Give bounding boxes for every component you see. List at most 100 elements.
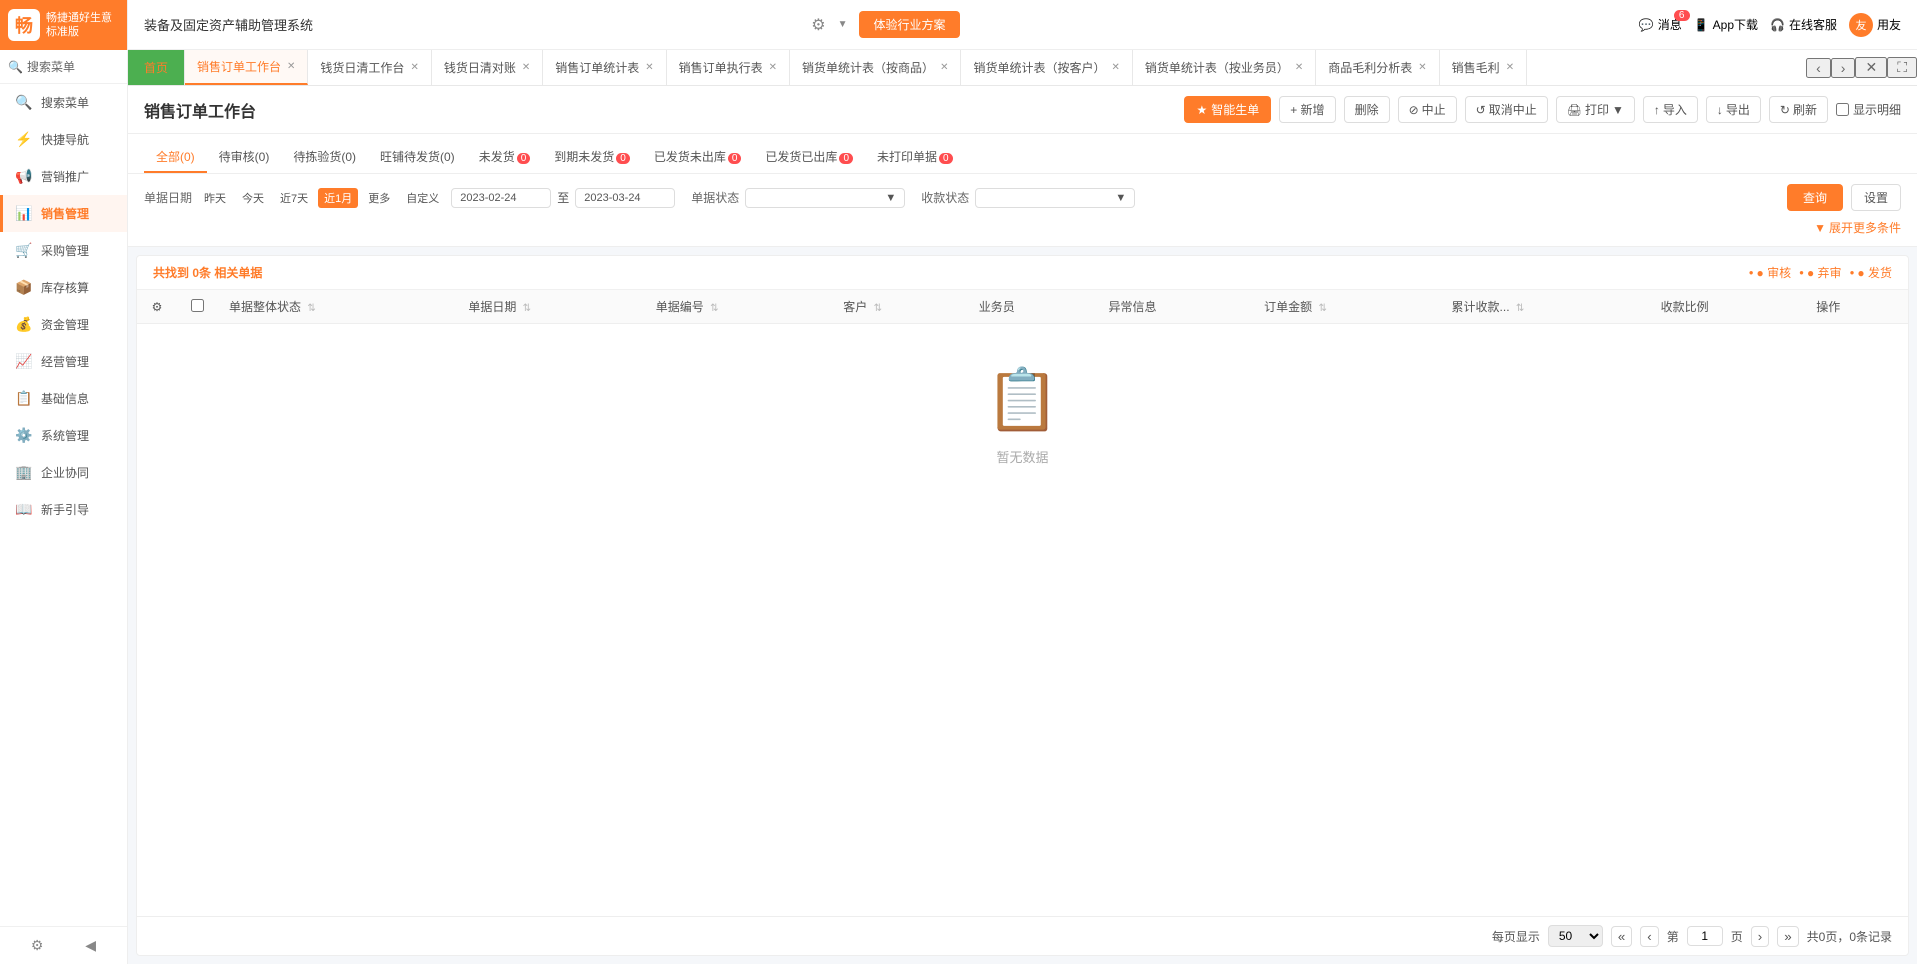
suspend-btn[interactable]: ⊘ 中止 [1398,96,1457,123]
tab-close-cash-reconcile[interactable]: ✕ [522,62,530,73]
date-btn-custom[interactable]: 自定义 [400,188,445,208]
date-btn-more[interactable]: 更多 [362,188,396,208]
amount-sort-icon[interactable]: ⇅ [1318,303,1326,314]
filter-tab-overdue-deliver[interactable]: 到期未发货0 [542,142,642,173]
sidebar-search[interactable]: 🔍 搜索菜单 [0,50,127,84]
tab-sales-stat-product[interactable]: 销货单统计表（按商品）✕ [790,50,961,85]
date-from-input[interactable] [451,188,551,208]
export-btn[interactable]: ↓ 导出 [1706,96,1761,123]
filter-tab-not-delivered[interactable]: 未发货0 [467,142,543,173]
show-detail-checkbox[interactable] [1836,103,1849,116]
review-btn[interactable]: ● 审核 [1749,264,1791,281]
tab-nav-buttons: ‹ › ✕ ⛶ [1806,50,1917,85]
deliver-btn[interactable]: ● 发货 [1850,264,1892,281]
filter-tab-pending-check[interactable]: 待拣验货(0) [281,142,368,173]
smart-generate-btn[interactable]: ★ 智能生单 [1184,96,1271,123]
topbar-message[interactable]: 💬 消息 6 [1639,16,1682,33]
date-to-input[interactable] [575,188,675,208]
number-sort-icon[interactable]: ⇅ [710,303,718,314]
tab-fullscreen-btn[interactable]: ⛶ [1887,57,1917,78]
date-btn-yesterday[interactable]: 昨天 [198,188,232,208]
tab-sales-stat-staff[interactable]: 销货单统计表（按业务员）✕ [1133,50,1316,85]
tab-close-sales-workbench[interactable]: ✕ [287,61,295,72]
per-page-select[interactable]: 10 20 50 100 [1548,925,1603,947]
date-btn-1month[interactable]: 近1月 [318,188,358,208]
tab-close-sales-exec-table[interactable]: ✕ [769,62,777,73]
add-btn[interactable]: + 新增 [1279,96,1335,123]
topbar-user[interactable]: 友 用友 [1849,13,1901,37]
tab-close-profit-analysis[interactable]: ✕ [1418,62,1426,73]
settings-btn[interactable]: 设置 [1851,184,1901,211]
sidebar-item-system[interactable]: ⚙️系统管理 [0,417,127,454]
prev-page-btn[interactable]: ‹ [1640,926,1658,947]
column-settings-icon[interactable]: ⚙ [152,300,163,314]
delete-btn[interactable]: 删除 [1344,96,1390,123]
tab-close-all-btn[interactable]: ✕ [1855,57,1887,78]
import-btn[interactable]: ↑ 导入 [1643,96,1698,123]
topbar-app-download[interactable]: 📱 App下载 [1694,16,1758,33]
tab-sales-stat-customer[interactable]: 销货单统计表（按客户）✕ [961,50,1132,85]
sidebar-settings-icon[interactable]: ⚙ [27,937,48,954]
filter-tab-pending-review[interactable]: 待审核(0) [207,142,282,173]
tab-cash-reconcile[interactable]: 钱货日清对账✕ [432,50,543,85]
date-btn-7days[interactable]: 近7天 [274,188,314,208]
sidebar-item-basic-info[interactable]: 📋基础信息 [0,380,127,417]
sidebar-item-inventory[interactable]: 📦库存核算 [0,269,127,306]
sidebar-item-guide[interactable]: 📖新手引导 [0,491,127,528]
topbar-online-service[interactable]: 🎧 在线客服 [1770,16,1837,33]
tab-close-sales-stat-customer[interactable]: ✕ [1111,62,1119,73]
tab-profit-analysis[interactable]: 商品毛利分析表✕ [1316,50,1439,85]
select-all-checkbox[interactable] [191,299,204,312]
page-number-input[interactable] [1687,926,1723,946]
tab-sales-exec-table[interactable]: 销售订单执行表✕ [667,50,790,85]
filter-tab-delivered-in[interactable]: 已发货已出库0 [753,142,865,173]
topbar-dropdown-icon[interactable]: ▼ [838,19,848,30]
tab-home[interactable]: 首页 [128,50,185,85]
refresh-btn[interactable]: ↻ 刷新 [1769,96,1828,123]
sidebar-item-operations[interactable]: 📈经营管理 [0,343,127,380]
print-btn[interactable]: 🖨 打印 ▼ [1556,96,1635,123]
sidebar-collapse-icon[interactable]: ◀ [81,937,100,954]
sidebar-item-search[interactable]: 🔍搜索菜单 [0,84,127,121]
abandon-review-btn[interactable]: ● 弃审 [1799,264,1841,281]
topbar-industry-btn[interactable]: 体验行业方案 [859,11,959,38]
pagination: 每页显示 10 20 50 100 « ‹ 第 页 › » 共0页，0条记录 [137,916,1908,955]
customer-sort-icon[interactable]: ⇅ [874,303,882,314]
status-sort-icon[interactable]: ⇅ [307,303,315,314]
filter-tab-delivered-not-in[interactable]: 已发货未出库0 [642,142,754,173]
tab-cash-daily[interactable]: 钱货日清工作台✕ [308,50,431,85]
cancel-suspend-btn[interactable]: ↺ 取消中止 [1465,96,1548,123]
tab-prev-btn[interactable]: ‹ [1806,58,1831,78]
tab-sales-workbench[interactable]: 销售订单工作台✕ [185,50,308,85]
result-count: 0条 [192,266,211,280]
sidebar-item-sales[interactable]: 📊销售管理 [0,195,127,232]
sidebar-item-enterprise[interactable]: 🏢企业协同 [0,454,127,491]
expand-conditions-btn[interactable]: ▼ 展开更多条件 [1814,219,1901,236]
first-page-btn[interactable]: « [1611,926,1632,947]
tab-close-sales-stat-product[interactable]: ✕ [940,62,948,73]
next-page-btn[interactable]: › [1751,926,1769,947]
date-btn-today[interactable]: 今天 [236,188,270,208]
sidebar-item-marketing-promo[interactable]: 📢营销推广 [0,158,127,195]
tab-next-btn[interactable]: › [1831,58,1856,78]
tab-close-sales-stat-staff[interactable]: ✕ [1295,62,1303,73]
last-page-btn[interactable]: » [1777,926,1798,947]
payment-select[interactable]: ▼ [975,188,1135,208]
sidebar-item-finance[interactable]: 💰资金管理 [0,306,127,343]
filter-tab-all[interactable]: 全部(0) [144,142,207,173]
topbar-gear-icon[interactable]: ⚙ [811,15,825,35]
query-btn[interactable]: 查询 [1787,184,1843,211]
sidebar-item-quick[interactable]: ⚡快捷导航 [0,121,127,158]
filter-tab-wangpu-deliver[interactable]: 旺铺待发货(0) [368,142,467,173]
tab-sales-gross[interactable]: 销售毛利✕ [1440,50,1527,85]
collected-sort-icon[interactable]: ⇅ [1516,303,1524,314]
tab-close-sales-stat-table[interactable]: ✕ [645,62,653,73]
tab-close-cash-daily[interactable]: ✕ [410,62,418,73]
sidebar-item-purchase[interactable]: 🛒采购管理 [0,232,127,269]
status-select[interactable]: ▼ [745,188,905,208]
star-icon: ★ [1196,103,1207,117]
filter-tab-not-printed[interactable]: 未打印单据0 [865,142,965,173]
tab-sales-stat-table[interactable]: 销售订单统计表✕ [543,50,666,85]
date-sort-icon[interactable]: ⇅ [523,303,531,314]
tab-close-sales-gross[interactable]: ✕ [1506,62,1514,73]
